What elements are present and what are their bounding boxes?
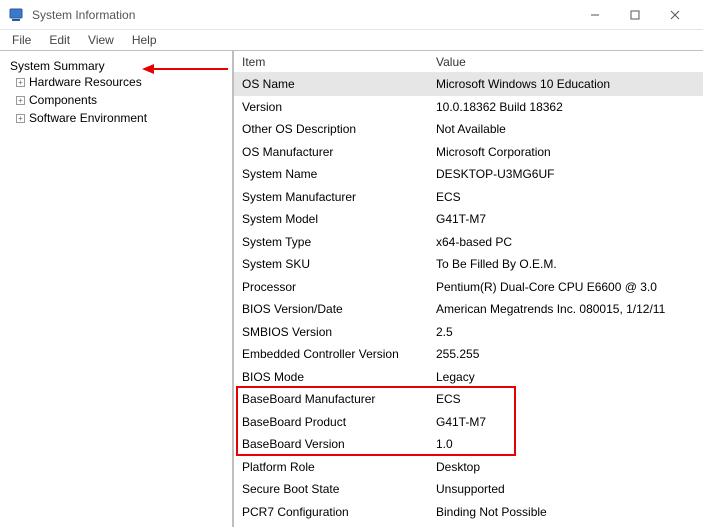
table-row[interactable]: BIOS ModeLegacy bbox=[234, 366, 703, 389]
cell-value: G41T-M7 bbox=[434, 415, 703, 429]
cell-value: Legacy bbox=[434, 370, 703, 384]
cell-item: Platform Role bbox=[234, 460, 434, 474]
tree-item-label: Components bbox=[29, 93, 97, 107]
app-icon bbox=[8, 7, 24, 23]
cell-value: DESKTOP-U3MG6UF bbox=[434, 167, 703, 181]
table-row[interactable]: OS NameMicrosoft Windows 10 Education bbox=[234, 73, 703, 96]
cell-item: Other OS Description bbox=[234, 122, 434, 136]
cell-item: OS Manufacturer bbox=[234, 145, 434, 159]
cell-value: Pentium(R) Dual-Core CPU E6600 @ 3.0 bbox=[434, 280, 703, 294]
details-pane[interactable]: Item Value OS NameMicrosoft Windows 10 E… bbox=[234, 51, 703, 527]
cell-value: Desktop bbox=[434, 460, 703, 474]
title-bar: System Information bbox=[0, 0, 703, 30]
tree-item-label: Software Environment bbox=[29, 111, 147, 125]
cell-value: To Be Filled By O.E.M. bbox=[434, 257, 703, 271]
annotation-arrow bbox=[140, 63, 230, 78]
cell-value: Microsoft Windows 10 Education bbox=[434, 77, 703, 91]
table-row[interactable]: Windows DirectoryC:\WINDOWS bbox=[234, 523, 703, 527]
cell-value: 2.5 bbox=[434, 325, 703, 339]
table-row[interactable]: Platform RoleDesktop bbox=[234, 456, 703, 479]
table-row[interactable]: System Typex64-based PC bbox=[234, 231, 703, 254]
grid-header: Item Value bbox=[234, 51, 703, 73]
plus-icon[interactable]: + bbox=[16, 78, 25, 87]
cell-item: BaseBoard Manufacturer bbox=[234, 392, 434, 406]
cell-item: Processor bbox=[234, 280, 434, 294]
table-row[interactable]: System SKUTo Be Filled By O.E.M. bbox=[234, 253, 703, 276]
cell-value: 1.0 bbox=[434, 437, 703, 451]
cell-item: OS Name bbox=[234, 77, 434, 91]
table-row[interactable]: System ModelG41T-M7 bbox=[234, 208, 703, 231]
cell-value: 255.255 bbox=[434, 347, 703, 361]
menu-bar: File Edit View Help bbox=[0, 30, 703, 50]
window-title: System Information bbox=[32, 8, 575, 22]
cell-item: Secure Boot State bbox=[234, 482, 434, 496]
tree-item-label: Hardware Resources bbox=[29, 75, 142, 89]
table-row[interactable]: Other OS DescriptionNot Available bbox=[234, 118, 703, 141]
menu-view[interactable]: View bbox=[80, 31, 122, 49]
cell-item: System Type bbox=[234, 235, 434, 249]
col-header-value[interactable]: Value bbox=[434, 55, 703, 69]
table-row[interactable]: System NameDESKTOP-U3MG6UF bbox=[234, 163, 703, 186]
cell-item: System SKU bbox=[234, 257, 434, 271]
table-row[interactable]: BIOS Version/DateAmerican Megatrends Inc… bbox=[234, 298, 703, 321]
cell-value: ECS bbox=[434, 190, 703, 204]
content-area: System Summary +Hardware Resources+Compo… bbox=[0, 50, 703, 527]
menu-help[interactable]: Help bbox=[124, 31, 165, 49]
cell-value: American Megatrends Inc. 080015, 1/12/11 bbox=[434, 302, 703, 316]
table-row[interactable]: BaseBoard ProductG41T-M7 bbox=[234, 411, 703, 434]
cell-value: x64-based PC bbox=[434, 235, 703, 249]
close-button[interactable] bbox=[655, 1, 695, 29]
menu-file[interactable]: File bbox=[4, 31, 39, 49]
table-row[interactable]: OS ManufacturerMicrosoft Corporation bbox=[234, 141, 703, 164]
cell-item: BIOS Mode bbox=[234, 370, 434, 384]
tree-item[interactable]: + Software Environment bbox=[16, 109, 222, 127]
table-row[interactable]: PCR7 ConfigurationBinding Not Possible bbox=[234, 501, 703, 524]
table-row[interactable]: ProcessorPentium(R) Dual-Core CPU E6600 … bbox=[234, 276, 703, 299]
plus-icon[interactable]: + bbox=[16, 96, 25, 105]
cell-item: BaseBoard Version bbox=[234, 437, 434, 451]
cell-item: System Manufacturer bbox=[234, 190, 434, 204]
table-row[interactable]: BaseBoard ManufacturerECS bbox=[234, 388, 703, 411]
cell-item: System Name bbox=[234, 167, 434, 181]
plus-icon[interactable]: + bbox=[16, 114, 25, 123]
col-header-item[interactable]: Item bbox=[234, 55, 434, 69]
cell-item: Version bbox=[234, 100, 434, 114]
tree-item[interactable]: + Components bbox=[16, 91, 222, 109]
cell-value: Not Available bbox=[434, 122, 703, 136]
window-controls bbox=[575, 1, 695, 29]
cell-item: BIOS Version/Date bbox=[234, 302, 434, 316]
table-row[interactable]: Embedded Controller Version255.255 bbox=[234, 343, 703, 366]
minimize-button[interactable] bbox=[575, 1, 615, 29]
menu-edit[interactable]: Edit bbox=[41, 31, 78, 49]
cell-value: ECS bbox=[434, 392, 703, 406]
table-row[interactable]: Secure Boot StateUnsupported bbox=[234, 478, 703, 501]
maximize-button[interactable] bbox=[615, 1, 655, 29]
cell-item: System Model bbox=[234, 212, 434, 226]
cell-value: G41T-M7 bbox=[434, 212, 703, 226]
nav-tree: System Summary +Hardware Resources+Compo… bbox=[0, 51, 234, 527]
cell-item: SMBIOS Version bbox=[234, 325, 434, 339]
cell-value: Unsupported bbox=[434, 482, 703, 496]
cell-item: PCR7 Configuration bbox=[234, 505, 434, 519]
table-row[interactable]: BaseBoard Version1.0 bbox=[234, 433, 703, 456]
table-row[interactable]: SMBIOS Version2.5 bbox=[234, 321, 703, 344]
cell-value: 10.0.18362 Build 18362 bbox=[434, 100, 703, 114]
cell-item: BaseBoard Product bbox=[234, 415, 434, 429]
cell-item: Embedded Controller Version bbox=[234, 347, 434, 361]
table-row[interactable]: System ManufacturerECS bbox=[234, 186, 703, 209]
table-row[interactable]: Version10.0.18362 Build 18362 bbox=[234, 96, 703, 119]
cell-value: Microsoft Corporation bbox=[434, 145, 703, 159]
cell-value: Binding Not Possible bbox=[434, 505, 703, 519]
